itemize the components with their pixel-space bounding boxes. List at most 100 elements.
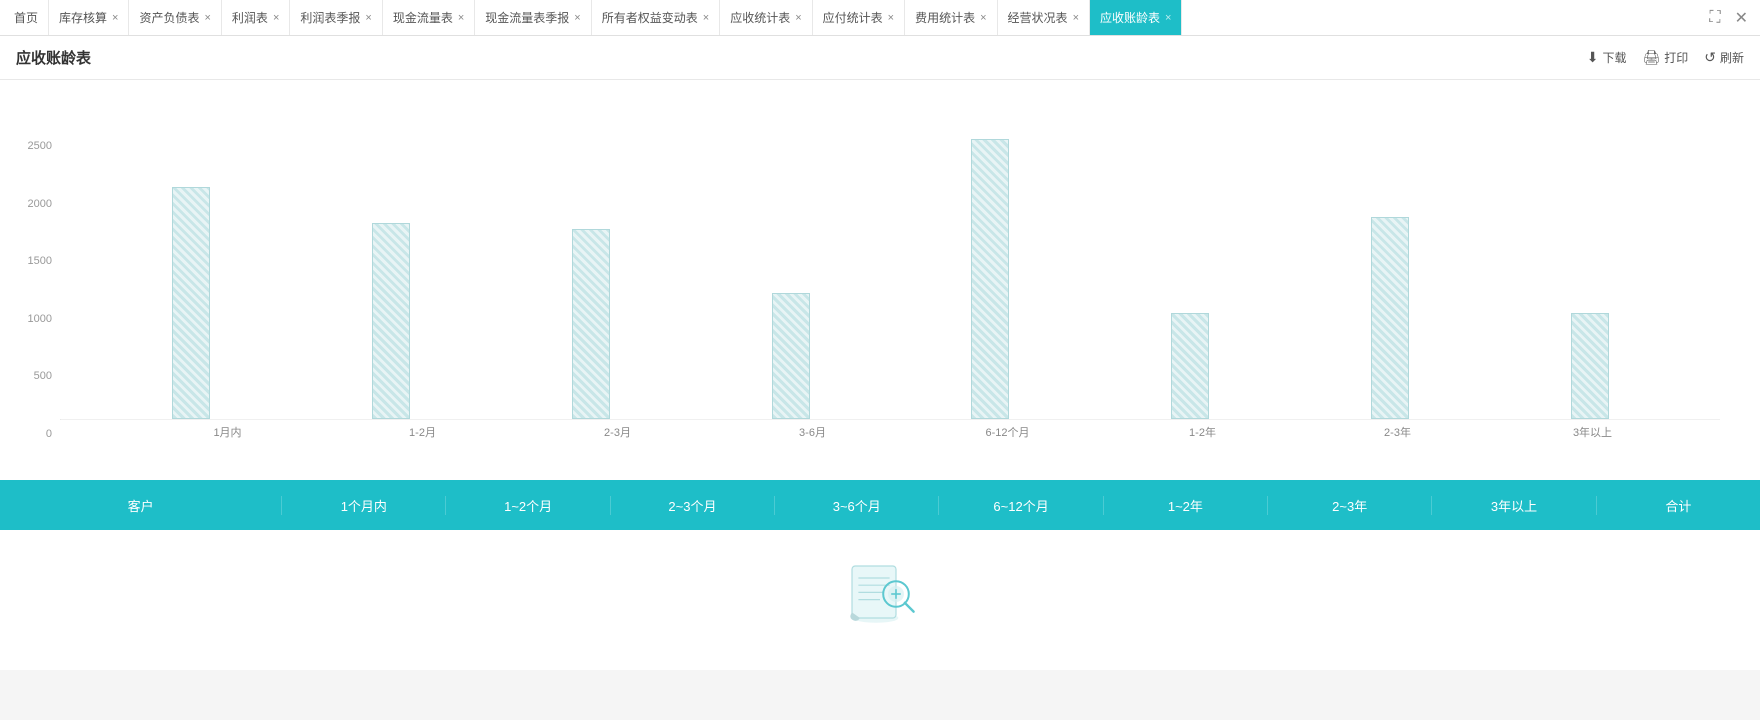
tab-item-ar-aging[interactable]: 应收账龄表 × <box>1090 0 1182 36</box>
chart-bar <box>172 187 210 419</box>
table-header-cell: 1~2个月 <box>446 496 610 515</box>
table-header-cell: 3~6个月 <box>775 496 939 515</box>
table-header: 客户1个月内1~2个月2~3个月3~6个月6~12个月1~2年2~3年3年以上合… <box>0 480 1760 530</box>
chart-bar <box>572 229 610 419</box>
download-icon: ⬇ <box>1587 49 1599 66</box>
tab-item-home[interactable]: 首页 <box>4 0 49 36</box>
print-label: 打印 <box>1664 49 1688 66</box>
print-button[interactable]: 🖨 打印 <box>1642 49 1688 66</box>
page-header: 应收账龄表 ⬇ 下载 🖨 打印 ↺ 刷新 <box>0 36 1760 80</box>
chart-bar <box>372 223 410 419</box>
empty-state <box>830 550 930 630</box>
y-axis-label: 1500 <box>28 255 52 267</box>
tab-item-expense-stat[interactable]: 费用统计表 × <box>905 0 997 36</box>
chart-container: 25002000150010005000 1月内1-2月2-3月3-6月6-12… <box>20 100 1720 440</box>
table-header-cell: 2~3个月 <box>611 496 775 515</box>
tab-close-button[interactable]: × <box>888 12 894 24</box>
y-axis-label: 500 <box>34 370 52 382</box>
tab-item-profit-quarter[interactable]: 利润表季报 × <box>290 0 382 36</box>
tab-close-button[interactable]: × <box>273 12 279 24</box>
chart-bar <box>1371 217 1409 419</box>
main-content: 25002000150010005000 1月内1-2月2-3月3-6月6-12… <box>0 80 1760 670</box>
table-body <box>0 530 1760 670</box>
x-axis-label: 6-12个月 <box>910 424 1105 440</box>
y-axis-label: 0 <box>46 428 52 440</box>
y-axis-label: 2500 <box>28 140 52 152</box>
bar-group <box>1490 313 1690 419</box>
refresh-icon: ↺ <box>1704 49 1716 66</box>
tab-label: 利润表季报 <box>300 9 360 26</box>
page-title: 应收账龄表 <box>16 47 91 68</box>
table-header-cell: 2~3年 <box>1268 496 1432 515</box>
y-axis-label: 2000 <box>28 198 52 210</box>
print-icon: 🖨 <box>1642 49 1660 66</box>
table-header-cell: 3年以上 <box>1432 496 1596 515</box>
refresh-label: 刷新 <box>1720 49 1744 66</box>
tab-item-cashflow-quarter[interactable]: 现金流量表季报 × <box>475 0 591 36</box>
tab-close-button[interactable]: × <box>112 12 118 24</box>
chart-bar <box>971 139 1009 419</box>
tab-close-button[interactable]: × <box>574 12 580 24</box>
tab-close-button[interactable]: × <box>980 12 986 24</box>
tab-item-equity[interactable]: 所有者权益变动表 × <box>592 0 720 36</box>
tab-label: 应收账龄表 <box>1100 9 1160 26</box>
tab-label: 利润表 <box>232 9 268 26</box>
tab-item-receivable-stat[interactable]: 应收统计表 × <box>720 0 812 36</box>
table-header-cell: 合计 <box>1597 496 1760 515</box>
bar-group <box>291 223 491 419</box>
tab-label: 库存核算 <box>59 9 107 26</box>
window-controls: ⛶ ✕ <box>1705 0 1752 36</box>
tab-bar: 首页库存核算×资产负债表×利润表×利润表季报×现金流量表×现金流量表季报×所有者… <box>0 0 1760 36</box>
tab-close-button[interactable]: × <box>1073 12 1079 24</box>
refresh-button[interactable]: ↺ 刷新 <box>1704 49 1744 66</box>
x-axis-label: 2-3年 <box>1300 424 1495 440</box>
x-axis-label: 3-6月 <box>715 424 910 440</box>
tab-item-profit[interactable]: 利润表 × <box>222 0 290 36</box>
tab-label: 应收统计表 <box>730 9 790 26</box>
chart-bar <box>1571 313 1609 419</box>
tab-close-button[interactable]: × <box>204 12 210 24</box>
tab-item-cashflow[interactable]: 现金流量表 × <box>383 0 475 36</box>
tab-label: 经营状况表 <box>1008 9 1068 26</box>
bar-group <box>691 293 891 419</box>
bar-group <box>1090 313 1290 419</box>
download-label: 下载 <box>1602 49 1626 66</box>
bar-group <box>91 187 291 419</box>
tab-close-button[interactable]: × <box>703 12 709 24</box>
tab-label: 现金流量表季报 <box>485 9 569 26</box>
tab-item-payable-stat[interactable]: 应付统计表 × <box>813 0 905 36</box>
chart-bar <box>1171 313 1209 419</box>
chart-area: 25002000150010005000 1月内1-2月2-3月3-6月6-12… <box>0 80 1760 480</box>
tab-label: 所有者权益变动表 <box>602 9 698 26</box>
chart-main <box>60 419 1720 420</box>
x-axis-label: 1-2月 <box>325 424 520 440</box>
x-axis-label: 2-3月 <box>520 424 715 440</box>
x-axis-label: 1月内 <box>130 424 325 440</box>
tab-item-operation[interactable]: 经营状况表 × <box>998 0 1090 36</box>
table-header-cell: 客户 <box>0 496 282 515</box>
tab-label: 应付统计表 <box>823 9 883 26</box>
tab-item-inventory[interactable]: 库存核算 × <box>49 0 129 36</box>
grid-line <box>61 419 1720 420</box>
download-button[interactable]: ⬇ 下载 <box>1587 49 1627 66</box>
maximize-button[interactable]: ⛶ <box>1705 7 1724 29</box>
table-header-cell: 1个月内 <box>282 496 446 515</box>
tab-close-button[interactable]: × <box>458 12 464 24</box>
x-axis-label: 1-2年 <box>1105 424 1300 440</box>
tab-label: 首页 <box>14 9 38 26</box>
empty-illustration <box>830 550 930 630</box>
chart-bar <box>772 293 810 419</box>
tab-label: 现金流量表 <box>393 9 453 26</box>
bar-group <box>1290 217 1490 419</box>
tab-close-button[interactable]: × <box>795 12 801 24</box>
tab-close-button[interactable]: × <box>1165 12 1171 24</box>
header-actions: ⬇ 下载 🖨 打印 ↺ 刷新 <box>1587 49 1744 66</box>
tab-label: 费用统计表 <box>915 9 975 26</box>
y-axis: 25002000150010005000 <box>20 140 60 440</box>
tab-item-balance[interactable]: 资产负债表 × <box>129 0 221 36</box>
tab-label: 资产负债表 <box>139 9 199 26</box>
table-header-cell: 1~2年 <box>1104 496 1268 515</box>
x-axis-label: 3年以上 <box>1495 424 1690 440</box>
close-window-button[interactable]: ✕ <box>1731 6 1752 30</box>
tab-close-button[interactable]: × <box>365 12 371 24</box>
